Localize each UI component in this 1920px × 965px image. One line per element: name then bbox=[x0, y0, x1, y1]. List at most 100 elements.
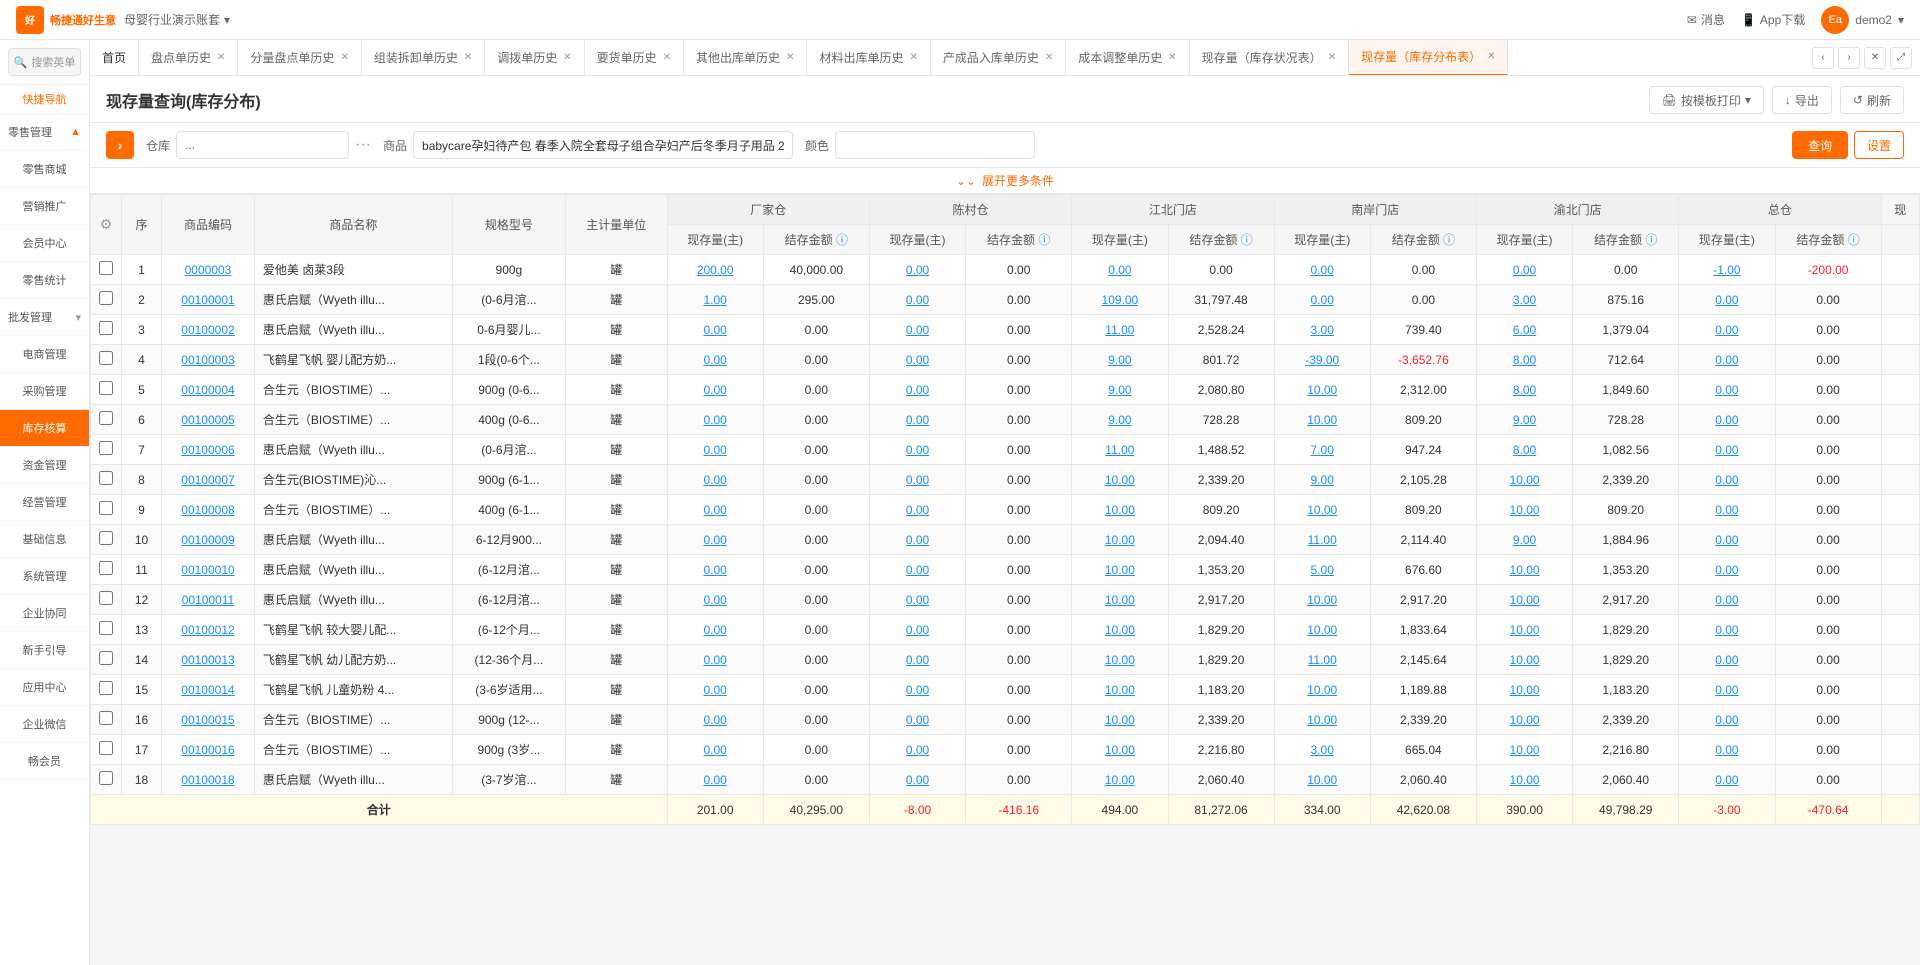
row-c-cur[interactable]: 0.00 bbox=[869, 315, 965, 345]
row-code[interactable]: 00100006 bbox=[162, 435, 255, 465]
row-code[interactable]: 00100003 bbox=[162, 345, 255, 375]
row-check[interactable] bbox=[91, 255, 122, 285]
row-t-cur[interactable]: 0.00 bbox=[1679, 375, 1775, 405]
row-f-cur[interactable]: 0.00 bbox=[667, 375, 763, 405]
row-t-cur[interactable]: 0.00 bbox=[1679, 675, 1775, 705]
row-f-cur[interactable]: 0.00 bbox=[667, 525, 763, 555]
row-c-cur[interactable]: 0.00 bbox=[869, 255, 965, 285]
row-na-cur[interactable]: 10.00 bbox=[1274, 765, 1370, 795]
row-check[interactable] bbox=[91, 285, 122, 315]
row-na-cur[interactable]: 10.00 bbox=[1274, 705, 1370, 735]
row-code[interactable]: 00100018 bbox=[162, 765, 255, 795]
tab-stock-dist[interactable]: 现存量（库存分布表） ✕ bbox=[1349, 40, 1508, 76]
row-c-cur[interactable]: 0.00 bbox=[869, 675, 965, 705]
row-yb-cur[interactable]: 8.00 bbox=[1476, 435, 1572, 465]
row-check[interactable] bbox=[91, 465, 122, 495]
row-t-cur[interactable]: 0.00 bbox=[1679, 705, 1775, 735]
row-na-cur[interactable]: -39.00 bbox=[1274, 345, 1370, 375]
row-yb-cur[interactable]: 8.00 bbox=[1476, 375, 1572, 405]
row-t-cur[interactable]: 0.00 bbox=[1679, 645, 1775, 675]
row-jb-cur[interactable]: 10.00 bbox=[1072, 525, 1168, 555]
row-code[interactable]: 00100007 bbox=[162, 465, 255, 495]
row-f-cur[interactable]: 0.00 bbox=[667, 435, 763, 465]
row-yb-cur[interactable]: 10.00 bbox=[1476, 765, 1572, 795]
row-f-cur[interactable]: 0.00 bbox=[667, 735, 763, 765]
row-jb-cur[interactable]: 11.00 bbox=[1072, 435, 1168, 465]
row-t-cur[interactable]: 0.00 bbox=[1679, 495, 1775, 525]
row-f-cur[interactable]: 0.00 bbox=[667, 675, 763, 705]
sidebar-item-marketing[interactable]: 营销推广 bbox=[0, 188, 89, 225]
row-yb-cur[interactable]: 6.00 bbox=[1476, 315, 1572, 345]
row-na-cur[interactable]: 11.00 bbox=[1274, 525, 1370, 555]
row-c-cur[interactable]: 0.00 bbox=[869, 735, 965, 765]
tab-close-icon[interactable]: ✕ bbox=[1168, 52, 1176, 63]
message-btn[interactable]: ✉ 消息 bbox=[1687, 11, 1725, 28]
tab-close-icon[interactable]: ✕ bbox=[786, 52, 794, 63]
row-check[interactable] bbox=[91, 615, 122, 645]
search-btn[interactable]: 🔍 搜索英单 bbox=[8, 48, 81, 76]
row-t-cur[interactable]: 0.00 bbox=[1679, 735, 1775, 765]
row-na-cur[interactable]: 9.00 bbox=[1274, 465, 1370, 495]
row-check[interactable] bbox=[91, 765, 122, 795]
row-f-cur[interactable]: 0.00 bbox=[667, 555, 763, 585]
row-code[interactable]: 00100016 bbox=[162, 735, 255, 765]
row-jb-cur[interactable]: 10.00 bbox=[1072, 495, 1168, 525]
tabs-prev-btn[interactable]: ‹ bbox=[1812, 47, 1834, 69]
color-input[interactable] bbox=[835, 131, 1035, 159]
row-na-cur[interactable]: 10.00 bbox=[1274, 375, 1370, 405]
row-c-cur[interactable]: 0.00 bbox=[869, 705, 965, 735]
query-btn[interactable]: 查询 bbox=[1792, 131, 1848, 159]
row-jb-cur[interactable]: 10.00 bbox=[1072, 465, 1168, 495]
row-f-cur[interactable]: 0.00 bbox=[667, 585, 763, 615]
row-t-cur[interactable]: 0.00 bbox=[1679, 615, 1775, 645]
row-code[interactable]: 00100001 bbox=[162, 285, 255, 315]
row-f-cur[interactable]: 0.00 bbox=[667, 645, 763, 675]
tabs-close-btn[interactable]: ✕ bbox=[1864, 47, 1886, 69]
sidebar-item-enterprise-wechat[interactable]: 企业微信 bbox=[0, 706, 89, 743]
row-na-cur[interactable]: 10.00 bbox=[1274, 675, 1370, 705]
row-yb-cur[interactable]: 3.00 bbox=[1476, 285, 1572, 315]
row-yb-cur[interactable]: 10.00 bbox=[1476, 705, 1572, 735]
settings-icon[interactable]: ⚙ bbox=[100, 216, 113, 232]
row-t-cur[interactable]: -1.00 bbox=[1679, 255, 1775, 285]
product-input[interactable] bbox=[413, 131, 793, 159]
tab-cost-adjust[interactable]: 成本调整单历史 ✕ bbox=[1066, 40, 1189, 76]
tab-close-icon[interactable]: ✕ bbox=[1045, 52, 1053, 63]
tab-close-icon[interactable]: ✕ bbox=[1328, 52, 1336, 63]
row-check[interactable] bbox=[91, 525, 122, 555]
sidebar-item-base-info[interactable]: 基础信息 bbox=[0, 521, 89, 558]
tab-close-icon[interactable]: ✕ bbox=[563, 52, 571, 63]
row-c-cur[interactable]: 0.00 bbox=[869, 645, 965, 675]
row-c-cur[interactable]: 0.00 bbox=[869, 285, 965, 315]
tabs-next-btn[interactable]: › bbox=[1838, 47, 1860, 69]
tab-close-icon[interactable]: ✕ bbox=[1487, 51, 1495, 62]
row-na-cur[interactable]: 7.00 bbox=[1274, 435, 1370, 465]
row-yb-cur[interactable]: 10.00 bbox=[1476, 645, 1572, 675]
quick-nav-btn[interactable]: 快捷导航 bbox=[0, 85, 89, 114]
tab-close-icon[interactable]: ✕ bbox=[340, 52, 348, 63]
row-jb-cur[interactable]: 10.00 bbox=[1072, 645, 1168, 675]
export-btn[interactable]: ↓ 导出 bbox=[1772, 86, 1832, 114]
tab-current-stock[interactable]: 现存量（库存状况表） ✕ bbox=[1190, 40, 1349, 76]
row-c-cur[interactable]: 0.00 bbox=[869, 585, 965, 615]
row-na-cur[interactable]: 5.00 bbox=[1274, 555, 1370, 585]
row-t-cur[interactable]: 0.00 bbox=[1679, 435, 1775, 465]
tab-close-icon[interactable]: ✕ bbox=[464, 52, 472, 63]
print-btn[interactable]: 🖨 按模板打印 ▾ bbox=[1649, 86, 1764, 114]
row-code[interactable]: 00100013 bbox=[162, 645, 255, 675]
row-t-cur[interactable]: 0.00 bbox=[1679, 555, 1775, 585]
sidebar-item-purchase[interactable]: 采购管理 bbox=[0, 373, 89, 410]
row-code[interactable]: 00100008 bbox=[162, 495, 255, 525]
sidebar-item-operations[interactable]: 经营管理 bbox=[0, 484, 89, 521]
tabs-expand-btn[interactable]: ⤢ bbox=[1890, 47, 1912, 69]
row-yb-cur[interactable]: 0.00 bbox=[1476, 255, 1572, 285]
sidebar-item-wholesale[interactable]: 批发管理 ▾ bbox=[0, 299, 89, 336]
sidebar-item-vip-member[interactable]: 畅会员 bbox=[0, 743, 89, 780]
row-yb-cur[interactable]: 9.00 bbox=[1476, 405, 1572, 435]
sidebar-item-inventory[interactable]: 库存核算 bbox=[0, 410, 89, 447]
row-check[interactable] bbox=[91, 375, 122, 405]
refresh-btn[interactable]: ↺ 刷新 bbox=[1840, 86, 1904, 114]
tab-close-icon[interactable]: ✕ bbox=[217, 52, 225, 63]
row-c-cur[interactable]: 0.00 bbox=[869, 495, 965, 525]
row-jb-cur[interactable]: 10.00 bbox=[1072, 615, 1168, 645]
